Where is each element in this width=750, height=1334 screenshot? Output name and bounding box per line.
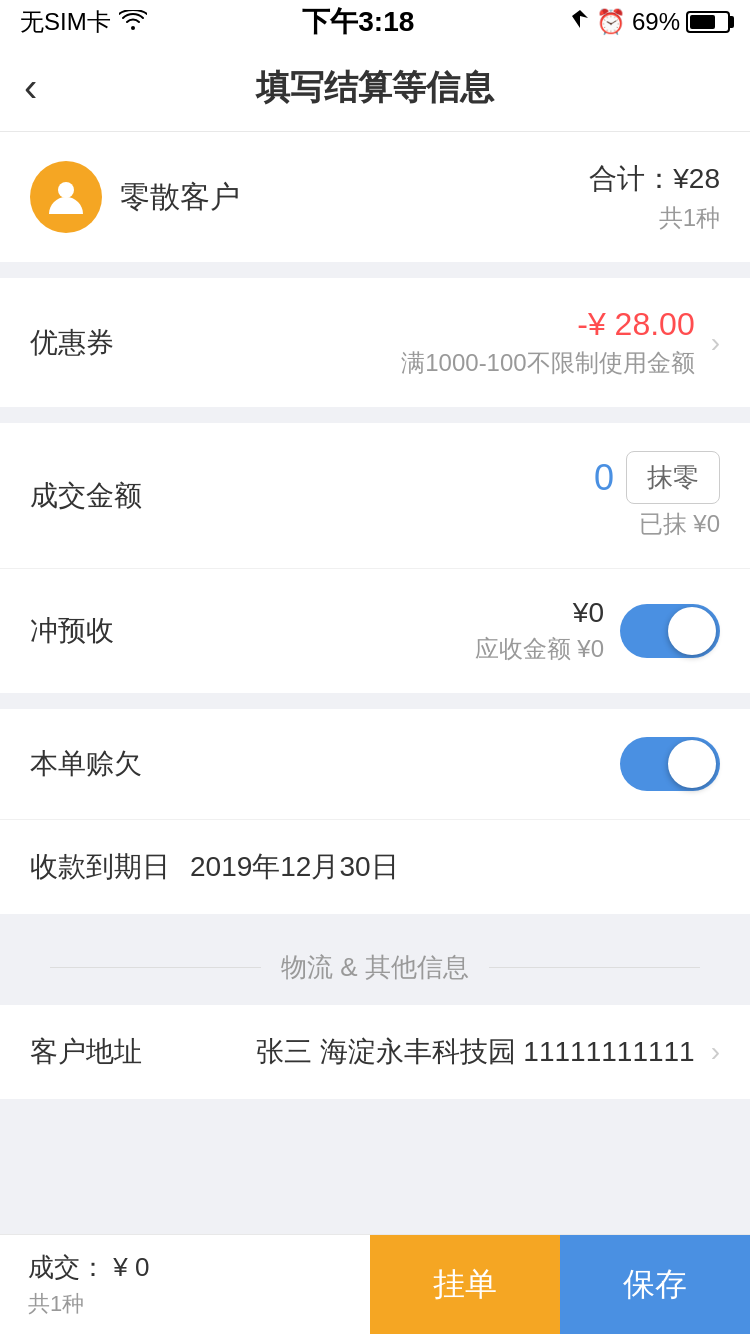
- location-icon: [570, 8, 590, 36]
- header-line-left: [50, 967, 261, 968]
- back-button[interactable]: ‹: [24, 65, 37, 110]
- prepay-toggle-knob: [668, 607, 716, 655]
- prepay-value: ¥0: [475, 597, 604, 629]
- page-title: 填写结算等信息: [256, 65, 494, 111]
- footer-deal-label: 成交：: [28, 1252, 106, 1282]
- footer-info: 成交： ¥ 0 共1种: [0, 1235, 370, 1334]
- footer-deal: 成交： ¥ 0: [28, 1250, 342, 1285]
- coupon-card: 优惠券 -¥ 28.00 满1000-100不限制使用金额 ›: [0, 278, 750, 407]
- deal-amount-right: 抹零 已抹 ¥0: [534, 451, 720, 540]
- customer-right: 合计：¥28 共1种: [589, 160, 720, 234]
- wifi-icon: [119, 8, 147, 36]
- address-card: 客户地址 张三 海淀永丰科技园 11111111111 ›: [0, 1005, 750, 1099]
- coupon-desc: 满1000-100不限制使用金额: [401, 347, 694, 379]
- prepay-sub: 应收金额 ¥0: [475, 633, 604, 665]
- address-label: 客户地址: [30, 1033, 142, 1071]
- due-date-row: 收款到期日 2019年12月30日: [0, 819, 750, 914]
- prepay-label: 冲预收: [30, 612, 114, 650]
- coupon-chevron: ›: [711, 327, 720, 359]
- coupon-label: 优惠券: [30, 324, 114, 362]
- total-count: 共1种: [589, 202, 720, 234]
- person-icon: [45, 176, 87, 218]
- deal-amount-row: 成交金额 抹零 已抹 ¥0: [0, 423, 750, 569]
- debt-toggle[interactable]: [620, 737, 720, 791]
- deal-amount-sub: 已抹 ¥0: [534, 508, 720, 540]
- status-right: ⏰ 69%: [570, 8, 730, 36]
- pending-button[interactable]: 挂单: [370, 1235, 560, 1334]
- maling-button[interactable]: 抹零: [626, 451, 720, 504]
- header-line-right: [489, 967, 700, 968]
- customer-row: 零散客户 合计：¥28 共1种: [0, 132, 750, 262]
- battery-icon: [686, 11, 730, 33]
- svg-point-0: [58, 182, 74, 198]
- debt-row: 本单赊欠: [0, 709, 750, 819]
- debt-label: 本单赊欠: [30, 745, 142, 783]
- address-chevron: ›: [711, 1036, 720, 1068]
- nav-bar: ‹ 填写结算等信息: [0, 44, 750, 132]
- save-button[interactable]: 保存: [560, 1235, 750, 1334]
- due-date-label: 收款到期日: [30, 848, 170, 886]
- prepay-toggle[interactable]: [620, 604, 720, 658]
- logistics-label: 物流 & 其他信息: [281, 950, 469, 985]
- status-left: 无SIM卡: [20, 6, 147, 38]
- prepay-right: ¥0 应收金额 ¥0: [475, 597, 720, 665]
- footer-count: 共1种: [28, 1289, 342, 1319]
- footer-deal-value: ¥ 0: [113, 1252, 149, 1282]
- bottom-footer: 成交： ¥ 0 共1种 挂单 保存: [0, 1234, 750, 1334]
- deal-amount-input[interactable]: [534, 457, 614, 499]
- deal-amount-label: 成交金额: [30, 477, 142, 515]
- total-amount: 合计：¥28: [589, 160, 720, 198]
- address-row[interactable]: 客户地址 张三 海淀永丰科技园 11111111111 ›: [0, 1005, 750, 1099]
- customer-left: 零散客户: [30, 161, 240, 233]
- status-time: 下午3:18: [302, 3, 414, 41]
- coupon-right: -¥ 28.00 满1000-100不限制使用金额 ›: [401, 306, 720, 379]
- coupon-values: -¥ 28.00 满1000-100不限制使用金额: [401, 306, 694, 379]
- debt-card: 本单赊欠 收款到期日 2019年12月30日: [0, 709, 750, 914]
- logistics-header: 物流 & 其他信息: [0, 930, 750, 1005]
- coupon-discount: -¥ 28.00: [401, 306, 694, 343]
- signal-text: 无SIM卡: [20, 6, 111, 38]
- prepay-row: 冲预收 ¥0 应收金额 ¥0: [0, 569, 750, 693]
- debt-toggle-knob: [668, 740, 716, 788]
- alarm-icon: ⏰: [596, 8, 626, 36]
- address-value: 张三 海淀永丰科技园 11111111111: [256, 1033, 695, 1071]
- deal-amount-values: 抹零 已抹 ¥0: [534, 451, 720, 540]
- due-date-value: 2019年12月30日: [190, 848, 399, 886]
- amounts-card: 成交金额 抹零 已抹 ¥0 冲预收 ¥0 应收金额 ¥0: [0, 423, 750, 693]
- battery-percent: 69%: [632, 8, 680, 36]
- avatar: [30, 161, 102, 233]
- content: 零散客户 合计：¥28 共1种 优惠券 -¥ 28.00 满1000-100不限…: [0, 132, 750, 1235]
- address-right: 张三 海淀永丰科技园 11111111111 ›: [256, 1033, 720, 1071]
- status-bar: 无SIM卡 下午3:18 ⏰ 69%: [0, 0, 750, 44]
- customer-name: 零散客户: [120, 177, 240, 218]
- prepay-values: ¥0 应收金额 ¥0: [475, 597, 604, 665]
- coupon-row[interactable]: 优惠券 -¥ 28.00 满1000-100不限制使用金额 ›: [0, 278, 750, 407]
